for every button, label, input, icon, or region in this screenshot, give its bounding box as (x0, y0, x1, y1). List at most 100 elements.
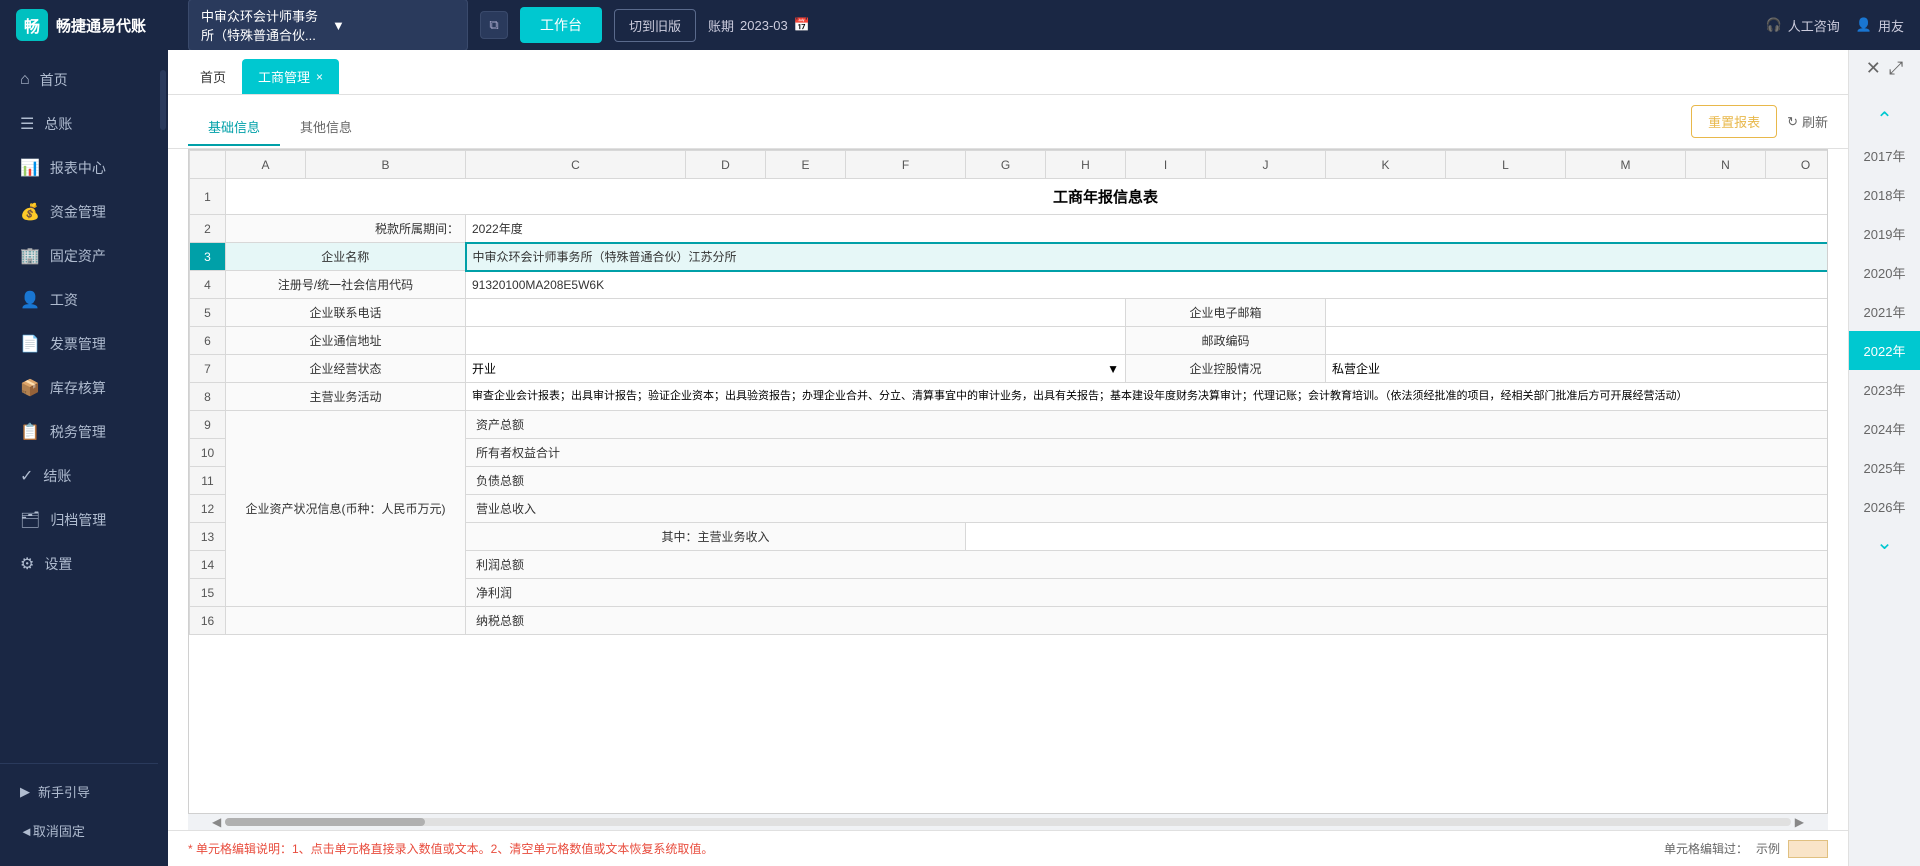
year-item-2022[interactable]: 2022年 (1849, 331, 1920, 370)
col-header-f[interactable]: F (846, 151, 966, 179)
main-revenue-value[interactable] (966, 523, 1829, 551)
ai-consult-label: 人工咨询 (1788, 16, 1840, 35)
year-item-2019[interactable]: 2019年 (1849, 214, 1920, 253)
right-close-icon[interactable]: ✕ (1866, 58, 1881, 87)
main-biz-label: 主营业务活动 (226, 383, 466, 411)
main-revenue-label[interactable]: 其中：主营业务收入 (466, 523, 966, 551)
company-name-value[interactable]: 中审众环会计师事务所（特殊普通合伙）江苏分所 (466, 243, 1829, 271)
scroll-right-arrow[interactable]: ▶ (1791, 815, 1808, 829)
year-item-2021[interactable]: 2021年 (1849, 292, 1920, 331)
scroll-left-arrow[interactable]: ◀ (208, 815, 225, 829)
col-header-b[interactable]: B (306, 151, 466, 179)
col-header-c[interactable]: C (466, 151, 686, 179)
sidebar-item-payroll[interactable]: 👤 工资 (0, 278, 168, 322)
sidebar-item-tax[interactable]: 📋 税务管理 (0, 410, 168, 454)
sidebar-item-archive[interactable]: 🗂 归档管理 (0, 498, 168, 542)
copy-icon[interactable]: ⧉ (480, 11, 508, 39)
reg-no-value[interactable]: 91320100MA208E5W6K (466, 271, 1829, 299)
biz-status-label: 企业经营状态 (226, 355, 466, 383)
sub-tab-basic[interactable]: 基础信息 (188, 109, 280, 146)
biz-status-value[interactable]: 开业 ▼ (466, 355, 1126, 383)
holdings-value[interactable]: 私营企业 (1326, 355, 1829, 383)
main-biz-value[interactable]: 审查企业会计报表；出具审计报告；验证企业资本；出具验资报告；办理企业合并、分立、… (466, 383, 1829, 411)
old-version-button[interactable]: 切到旧版 (614, 9, 696, 42)
unpin-button[interactable]: ◄取消固定 (0, 811, 168, 850)
col-header-n[interactable]: N (1686, 151, 1766, 179)
year-item-2025[interactable]: 2025年 (1849, 448, 1920, 487)
row-num-13: 13 (190, 523, 226, 551)
sidebar-item-settings[interactable]: ⚙ 设置 (0, 542, 168, 586)
content-area: 基础信息 其他信息 重置报表 ↻ 刷新 (168, 95, 1848, 866)
company-selector[interactable]: 中审众环会计师事务所（特殊普通合伙... ▼ (188, 0, 468, 51)
sidebar-item-funds[interactable]: 💰 资金管理 (0, 190, 168, 234)
sidebar-label-funds: 资金管理 (50, 202, 106, 222)
workbench-button[interactable]: 工作台 (520, 7, 602, 43)
postal-value[interactable] (1326, 327, 1829, 355)
right-nav-down-button[interactable]: ⌄ (1876, 530, 1893, 555)
reset-report-button[interactable]: 重置报表 (1691, 105, 1777, 138)
sidebar-item-ledger[interactable]: ☰ 总账 (0, 102, 168, 146)
col-header-e[interactable]: E (766, 151, 846, 179)
row-num-2: 2 (190, 215, 226, 243)
col-header-l[interactable]: L (1446, 151, 1566, 179)
liabilities-label[interactable]: 负债总额 (466, 467, 1829, 495)
sub-tab-other[interactable]: 其他信息 (280, 109, 372, 146)
logo-icon: 畅 (16, 9, 48, 41)
scroll-track[interactable] (225, 818, 1791, 826)
col-header-d[interactable]: D (686, 151, 766, 179)
profit-label[interactable]: 利润总额 (466, 551, 1829, 579)
year-item-2023[interactable]: 2023年 (1849, 370, 1920, 409)
net-profit-label[interactable]: 净利润 (466, 579, 1829, 607)
ai-consult[interactable]: 🎧 人工咨询 (1766, 16, 1840, 35)
email-value[interactable] (1326, 299, 1829, 327)
title-cell[interactable]: 工商年报信息表 (226, 179, 1829, 215)
year-item-2024[interactable]: 2024年 (1849, 409, 1920, 448)
user-icon: 👤 (1856, 17, 1872, 33)
sample-label: 示例 (1756, 840, 1780, 857)
sidebar-item-invoice[interactable]: 📄 发票管理 (0, 322, 168, 366)
revenue-label[interactable]: 营业总收入 (466, 495, 1829, 523)
total-assets-label[interactable]: 资产总额 (466, 411, 1829, 439)
tax-total-label[interactable]: 纳税总额 (466, 607, 1829, 635)
sidebar-label-assets: 固定资产 (50, 246, 106, 266)
col-header-i[interactable]: I (1126, 151, 1206, 179)
unpin-label: ◄取消固定 (20, 821, 85, 840)
right-nav-up-button[interactable]: ⌃ (1876, 107, 1893, 132)
col-header-o[interactable]: O (1766, 151, 1829, 179)
refresh-button[interactable]: ↻ 刷新 (1787, 112, 1828, 131)
new-user-guide-button[interactable]: ▶ 新手引导 (0, 772, 168, 811)
col-header-m[interactable]: M (1566, 151, 1686, 179)
year-item-2017[interactable]: 2017年 (1849, 136, 1920, 175)
invoice-icon: 📄 (20, 334, 40, 354)
col-header-k[interactable]: K (1326, 151, 1446, 179)
tax-icon: 📋 (20, 422, 40, 442)
year-item-2026[interactable]: 2026年 (1849, 487, 1920, 526)
sidebar-item-assets[interactable]: 🏢 固定资产 (0, 234, 168, 278)
year-item-2020[interactable]: 2020年 (1849, 253, 1920, 292)
col-header-j[interactable]: J (1206, 151, 1326, 179)
col-header-a[interactable]: A (226, 151, 306, 179)
calendar-icon[interactable]: 📅 (794, 17, 810, 33)
col-header-h[interactable]: H (1046, 151, 1126, 179)
row-num-5: 5 (190, 299, 226, 327)
spreadsheet-container[interactable]: A B C D E F G H I J K L (188, 149, 1828, 814)
sidebar-item-close[interactable]: ✓ 结账 (0, 454, 168, 498)
scroll-thumb[interactable] (225, 818, 425, 826)
horizontal-scrollbar[interactable]: ◀ ▶ (188, 814, 1828, 830)
sub-tabs: 基础信息 其他信息 (168, 97, 1671, 146)
filler-16 (226, 607, 466, 635)
user-area[interactable]: 👤 用友 (1856, 16, 1904, 35)
sidebar-item-reports[interactable]: 📊 报表中心 (0, 146, 168, 190)
sidebar-item-home[interactable]: ⌂ 首页 (0, 58, 168, 102)
right-expand-icon[interactable]: ⤢ (1889, 58, 1903, 79)
sidebar-item-inventory[interactable]: 📦 库存核算 (0, 366, 168, 410)
equity-label[interactable]: 所有者权益合计 (466, 439, 1829, 467)
year-item-2018[interactable]: 2018年 (1849, 175, 1920, 214)
tax-period-value[interactable]: 2022年度 (466, 215, 1829, 243)
address-value[interactable] (466, 327, 1126, 355)
tab-home[interactable]: 首页 (184, 59, 242, 94)
tab-close-icon[interactable]: × (316, 70, 323, 84)
phone-value[interactable] (466, 299, 1126, 327)
tab-business-mgmt[interactable]: 工商管理 × (242, 59, 339, 94)
col-header-g[interactable]: G (966, 151, 1046, 179)
